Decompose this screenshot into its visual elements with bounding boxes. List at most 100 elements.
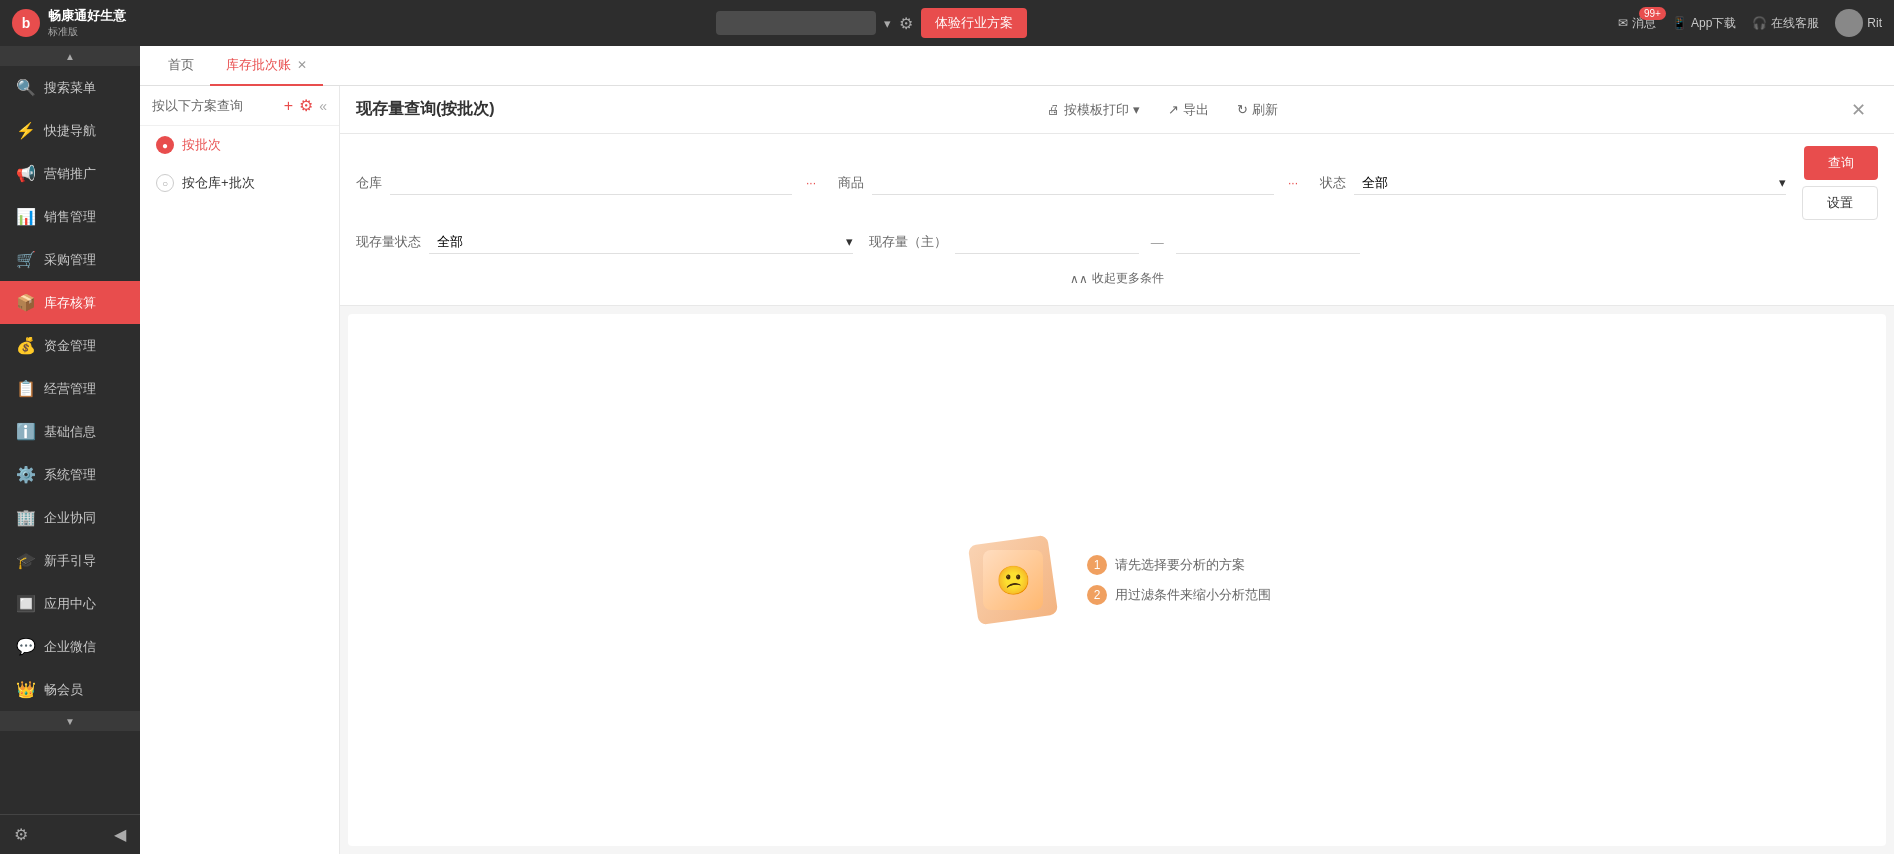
sidebar-item-purchase[interactable]: 🛒 采购管理 xyxy=(0,238,140,281)
scheme-panel-title: 按以下方案查询 xyxy=(152,97,278,115)
scheme-item-by-batch[interactable]: ● 按批次 xyxy=(140,126,339,164)
top-bar-center: ▾ ⚙ 体验行业方案 xyxy=(716,8,1027,38)
sidebar-label-operation: 经营管理 xyxy=(44,380,96,398)
settings-icon-btn[interactable]: ⚙ xyxy=(899,14,913,33)
tab-home[interactable]: 首页 xyxy=(152,46,210,86)
sidebar-item-sales[interactable]: 📊 销售管理 xyxy=(0,195,140,238)
scheme-add-icon: + xyxy=(284,97,293,114)
user-avatar xyxy=(1835,9,1863,37)
sidebar-collapse-btn[interactable]: ◀ xyxy=(114,825,126,844)
status-dropdown-icon: ▾ xyxy=(1779,175,1786,190)
messages-item[interactable]: ✉ 消息 99+ xyxy=(1618,15,1656,32)
sidebar-scroll-up[interactable]: ▲ xyxy=(0,46,140,66)
top-bar: b 畅康通好生意 标准版 ▾ ⚙ 体验行业方案 ✉ 消息 99+ 📱 App下载… xyxy=(0,0,1894,46)
sidebar-item-new-guide[interactable]: 🎓 新手引导 xyxy=(0,539,140,582)
stock-status-filter-group: 现存量状态 全部 ▾ xyxy=(356,230,853,254)
stock-qty-label: 现存量（主） xyxy=(869,233,947,251)
messages-badge: 99+ xyxy=(1639,7,1666,20)
brand-edition: 标准版 xyxy=(48,25,126,38)
sidebar-item-enterprise-wechat[interactable]: 💬 企业微信 xyxy=(0,625,140,668)
warehouse-input[interactable] xyxy=(390,171,792,195)
collapse-label: 收起更多条件 xyxy=(1092,270,1164,287)
product-input[interactable] xyxy=(872,171,1274,195)
new-guide-icon: 🎓 xyxy=(16,551,36,570)
settings-button[interactable]: 设置 xyxy=(1802,186,1878,220)
warehouse-filter-group: 仓库 ··· xyxy=(356,171,822,195)
scheme-panel: 按以下方案查询 + ⚙ « ● 按批次 ○ xyxy=(140,86,340,854)
hint-text-1: 请先选择要分析的方案 xyxy=(1115,556,1245,574)
stock-qty-dash: — xyxy=(1147,235,1168,250)
trial-button[interactable]: 体验行业方案 xyxy=(921,8,1027,38)
sidebar-item-finance[interactable]: 💰 资金管理 xyxy=(0,324,140,367)
query-button[interactable]: 查询 xyxy=(1804,146,1878,180)
sidebar-item-search-menu[interactable]: 🔍 搜索菜单 xyxy=(0,66,140,109)
sidebar-item-app-center[interactable]: 🔲 应用中心 xyxy=(0,582,140,625)
status-select[interactable]: 全部 正常 停用 xyxy=(1354,171,1779,194)
sidebar-scroll-down[interactable]: ▼ xyxy=(0,711,140,731)
collapse-up-icon: ∧∧ xyxy=(1070,272,1088,286)
export-label: 导出 xyxy=(1183,101,1209,119)
status-filter-group: 状态 全部 正常 停用 ▾ xyxy=(1320,171,1786,195)
sidebar-item-marketing[interactable]: 📢 营销推广 xyxy=(0,152,140,195)
scheme-label-by-batch: 按批次 xyxy=(182,136,221,154)
scheme-add-btn[interactable]: + xyxy=(284,97,293,115)
sidebar-label-enterprise-wechat: 企业微信 xyxy=(44,638,96,656)
stock-status-dropdown-icon: ▾ xyxy=(846,234,853,249)
print-template-label: 按模板打印 xyxy=(1064,101,1129,119)
empty-state: 😕 1 请先选择要分析的方案 2 用过滤条件来缩小分析范围 xyxy=(348,314,1886,846)
app-download-item[interactable]: 📱 App下载 xyxy=(1672,15,1736,32)
brand-info: 畅康通好生意 标准版 xyxy=(48,8,126,38)
filter-area: 仓库 ··· 商品 ··· 状态 xyxy=(340,134,1894,306)
tab-close-icon[interactable]: ✕ xyxy=(297,58,307,72)
sidebar-label-purchase: 采购管理 xyxy=(44,251,96,269)
scheme-collapse-icon: « xyxy=(319,98,327,114)
search-input[interactable] xyxy=(716,11,876,35)
refresh-btn[interactable]: ↻ 刷新 xyxy=(1229,97,1286,123)
tab-inventory-batch-label: 库存批次账 xyxy=(226,56,291,74)
scheme-item-by-warehouse-batch[interactable]: ○ 按仓库+批次 xyxy=(140,164,339,202)
search-dropdown-arrow[interactable]: ▾ xyxy=(884,16,891,31)
sidebar-item-quick-nav[interactable]: ⚡ 快捷导航 xyxy=(0,109,140,152)
filter-row-2: 现存量状态 全部 ▾ 现存量（主） — xyxy=(356,230,1878,254)
sidebar-item-system[interactable]: ⚙️ 系统管理 xyxy=(0,453,140,496)
print-template-btn[interactable]: 🖨 按模板打印 ▾ xyxy=(1039,97,1148,123)
product-filter-group: 商品 ··· xyxy=(838,171,1304,195)
export-btn[interactable]: ↗ 导出 xyxy=(1160,97,1217,123)
stock-qty-min-input[interactable] xyxy=(955,230,1139,254)
sidebar-label-system: 系统管理 xyxy=(44,466,96,484)
stock-status-select[interactable]: 全部 xyxy=(429,230,846,253)
sidebar-item-operation[interactable]: 📋 经营管理 xyxy=(0,367,140,410)
scheme-collapse-btn[interactable]: « xyxy=(319,98,327,114)
main-layout: ▲ 🔍 搜索菜单 ⚡ 快捷导航 📢 营销推广 📊 销售管理 🛒 采购管理 📦 库… xyxy=(0,46,1894,854)
sidebar-item-basic-info[interactable]: ℹ️ 基础信息 xyxy=(0,410,140,453)
user-item[interactable]: Rit xyxy=(1835,9,1882,37)
sidebar-label-basic-info: 基础信息 xyxy=(44,423,96,441)
tab-home-label: 首页 xyxy=(168,56,194,74)
enterprise-wechat-icon: 💬 xyxy=(16,637,36,656)
warehouse-more-btn[interactable]: ··· xyxy=(800,174,822,192)
sidebar-label-finance: 资金管理 xyxy=(44,337,96,355)
panel-close-btn[interactable]: ✕ xyxy=(1839,91,1878,129)
hint-text-2: 用过滤条件来缩小分析范围 xyxy=(1115,586,1271,604)
tab-bar: 首页 库存批次账 ✕ xyxy=(140,46,1894,86)
product-label: 商品 xyxy=(838,174,864,192)
online-service-item[interactable]: 🎧 在线客服 xyxy=(1752,15,1819,32)
sidebar-item-member[interactable]: 👑 畅会员 xyxy=(0,668,140,711)
sidebar-item-inventory[interactable]: 📦 库存核算 xyxy=(0,281,140,324)
scheme-settings-btn[interactable]: ⚙ xyxy=(299,96,313,115)
product-more-btn[interactable]: ··· xyxy=(1282,174,1304,192)
tab-inventory-batch[interactable]: 库存批次账 ✕ xyxy=(210,46,323,86)
stock-qty-filter-group: 现存量（主） — xyxy=(869,230,1366,254)
app-download-label: App下载 xyxy=(1691,15,1736,32)
stock-qty-max-input[interactable] xyxy=(1176,230,1360,254)
hint-number-1: 1 xyxy=(1087,555,1107,575)
sidebar-settings-btn[interactable]: ⚙ xyxy=(14,825,28,844)
print-dropdown-icon[interactable]: ▾ xyxy=(1133,102,1140,117)
sidebar-item-enterprise[interactable]: 🏢 企业协同 xyxy=(0,496,140,539)
collapse-more-btn[interactable]: ∧∧ 收起更多条件 xyxy=(1070,264,1164,293)
basic-info-icon: ℹ️ xyxy=(16,422,36,441)
system-icon: ⚙️ xyxy=(16,465,36,484)
content-area: 首页 库存批次账 ✕ 按以下方案查询 + ⚙ xyxy=(140,46,1894,854)
sales-icon: 📊 xyxy=(16,207,36,226)
member-icon: 👑 xyxy=(16,680,36,699)
